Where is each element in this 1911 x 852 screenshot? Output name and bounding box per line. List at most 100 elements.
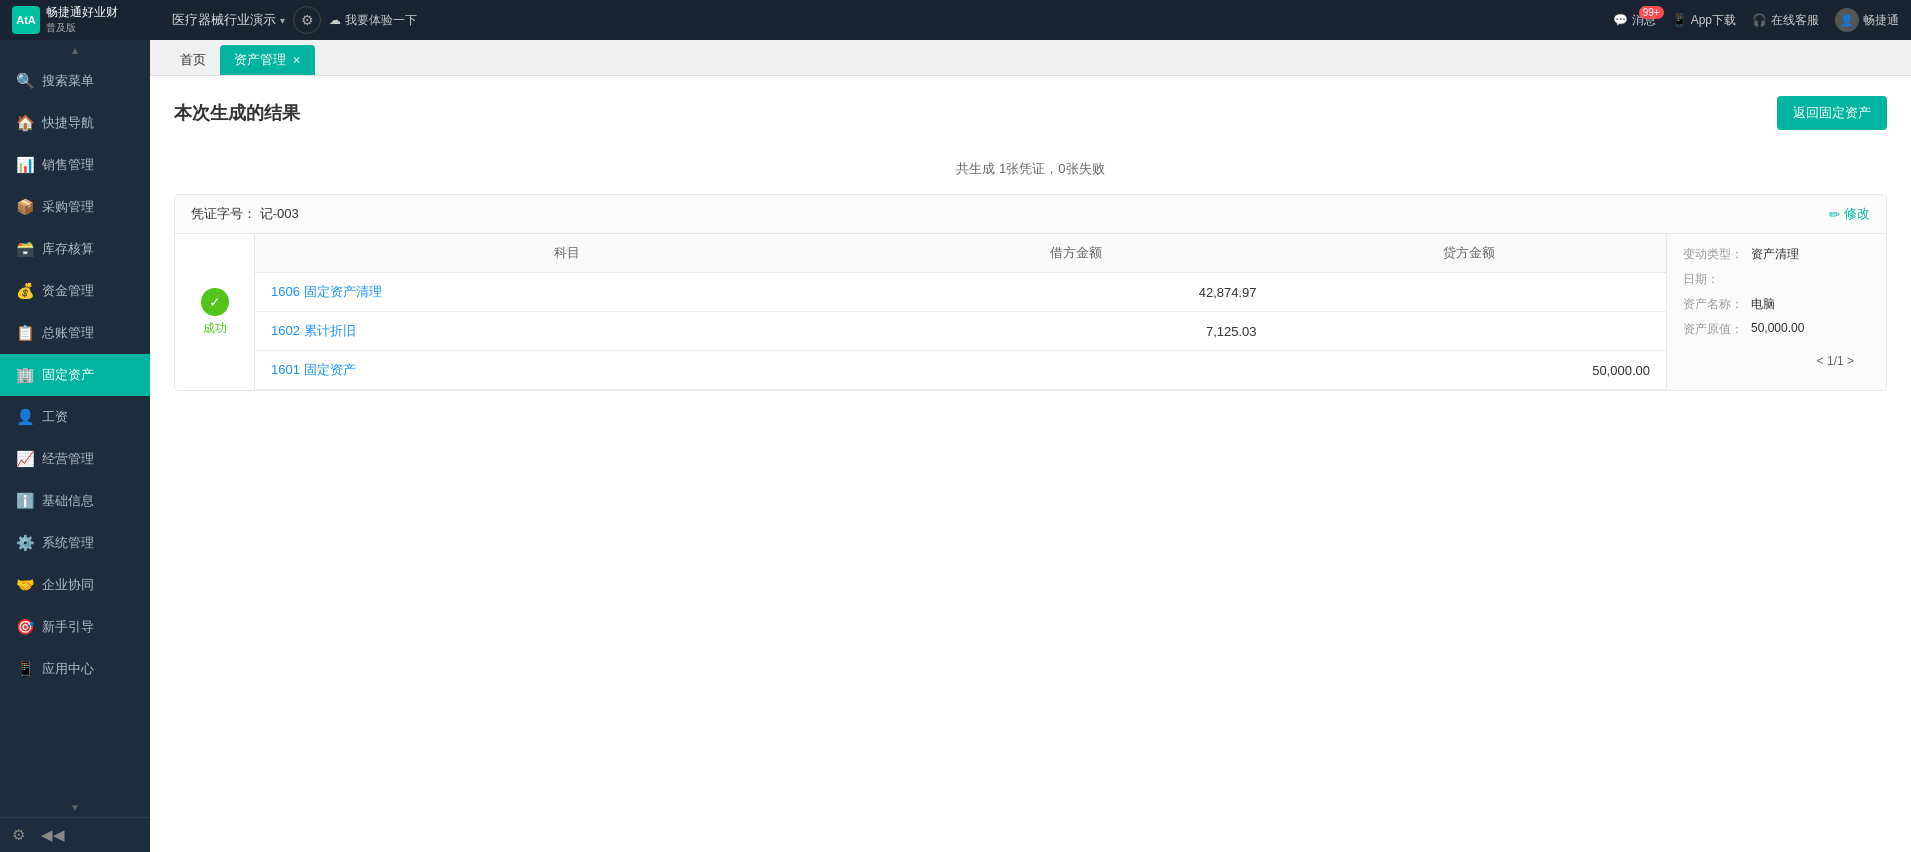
asset-name-value: 电脑 (1751, 296, 1775, 313)
success-label: 成功 (203, 320, 227, 337)
online-service-action[interactable]: 🎧 在线客服 (1752, 12, 1819, 29)
change-type-row: 变动类型： 资产清理 (1683, 246, 1870, 263)
sidebar-item-search[interactable]: 🔍 搜索菜单 (0, 60, 150, 102)
voucher-main-row: ✓ 成功 科目 借方金额 贷方金额 (175, 234, 1666, 390)
app-download-action[interactable]: 📱 App下载 (1672, 12, 1736, 29)
sidebar-item-label: 应用中心 (42, 660, 94, 678)
debit-cell: 42,874.97 (879, 273, 1272, 312)
main-layout: ▲ 🔍 搜索菜单 🏠 快捷导航 📊 销售管理 📦 采购管理 🗃️ 库存核算 (0, 40, 1911, 852)
sidebar-item-basic-info[interactable]: ℹ️ 基础信息 (0, 480, 150, 522)
table-wrapper: 科目 借方金额 贷方金额 1606 固定资产清理 42,874.97 (255, 234, 1666, 390)
sidebar-item-app-center[interactable]: 📱 应用中心 (0, 648, 150, 690)
finance-icon: 💰 (16, 282, 34, 300)
gear-button[interactable]: ⚙ (293, 6, 321, 34)
sidebar-scroll-up[interactable]: ▲ (0, 40, 150, 60)
logo-title: 畅捷通好业财 (46, 5, 118, 21)
page-content: 本次生成的结果 返回固定资产 共生成 1张凭证，0张失败 凭证字号： 记-003… (150, 76, 1911, 852)
sidebar-item-label: 经营管理 (42, 450, 94, 468)
edit-icon: ✏ (1829, 207, 1840, 222)
app-center-icon: 📱 (16, 660, 34, 678)
sidebar-scroll-down[interactable]: ▼ (0, 797, 150, 817)
settings-footer-button[interactable]: ⚙ (12, 826, 25, 844)
subject-cell: 1601 固定资产 (255, 351, 879, 390)
logo-icon: AtA (12, 6, 40, 34)
experience-button[interactable]: ☁ 我要体验一下 (329, 12, 417, 29)
sidebar-item-label: 固定资产 (42, 366, 94, 384)
col-header-credit: 贷方金额 (1273, 234, 1666, 273)
content-area: 首页 资产管理 ✕ 本次生成的结果 返回固定资产 共生成 1张凭证，0张失败 (150, 40, 1911, 852)
inventory-icon: 🗃️ (16, 240, 34, 258)
tab-close-icon[interactable]: ✕ (292, 54, 301, 67)
purchase-icon: 📦 (16, 198, 34, 216)
sidebar-item-finance[interactable]: 💰 资金管理 (0, 270, 150, 312)
tab-bar: 首页 资产管理 ✕ (150, 40, 1911, 76)
sidebar-scroll: 🔍 搜索菜单 🏠 快捷导航 📊 销售管理 📦 采购管理 🗃️ 库存核算 💰 (0, 60, 150, 797)
sidebar-item-quick-nav[interactable]: 🏠 快捷导航 (0, 102, 150, 144)
subject-cell: 1606 固定资产清理 (255, 273, 879, 312)
sidebar-item-operations[interactable]: 📈 经营管理 (0, 438, 150, 480)
col-header-debit: 借方金额 (879, 234, 1272, 273)
sidebar-item-label: 快捷导航 (42, 114, 94, 132)
table-row: 1606 固定资产清理 42,874.97 (255, 273, 1666, 312)
original-value-value: 50,000.00 (1751, 321, 1804, 338)
message-badge: 99+ (1639, 6, 1664, 19)
sidebar-item-guide[interactable]: 🎯 新手引导 (0, 606, 150, 648)
side-info-panel: 变动类型： 资产清理 日期： 资产名称： 电脑 资产原值： (1666, 234, 1886, 390)
tab-asset-mgmt-label: 资产管理 (234, 51, 286, 69)
search-icon: 🔍 (16, 72, 34, 90)
sidebar-item-purchase[interactable]: 📦 采购管理 (0, 186, 150, 228)
logo-area: AtA 畅捷通好业财 普及版 (12, 5, 162, 35)
col-header-subject: 科目 (255, 234, 879, 273)
sidebar-item-system[interactable]: ⚙️ 系统管理 (0, 522, 150, 564)
tab-home[interactable]: 首页 (166, 45, 220, 75)
top-header: AtA 畅捷通好业财 普及版 医疗器械行业演示 ▾ ⚙ ☁ 我要体验一下 💬 消… (0, 0, 1911, 40)
fixed-assets-icon: 🏢 (16, 366, 34, 384)
message-icon: 💬 (1613, 13, 1628, 27)
operations-icon: 📈 (16, 450, 34, 468)
edit-button[interactable]: ✏ 修改 (1829, 205, 1870, 223)
header-middle: 医疗器械行业演示 ▾ ⚙ ☁ 我要体验一下 (162, 6, 1613, 34)
edit-label: 修改 (1844, 205, 1870, 223)
sidebar-item-ledger[interactable]: 📋 总账管理 (0, 312, 150, 354)
sidebar-item-label: 工资 (42, 408, 68, 426)
collapse-sidebar-button[interactable]: ◀◀ (41, 826, 65, 844)
chevron-down-icon: ▾ (280, 15, 285, 26)
table-row: 1602 累计折旧 7,125.03 (255, 312, 1666, 351)
payroll-icon: 👤 (16, 408, 34, 426)
date-row: 日期： (1683, 271, 1870, 288)
user-action[interactable]: 👤 畅捷通 (1835, 8, 1899, 32)
return-button[interactable]: 返回固定资产 (1777, 96, 1887, 130)
sidebar-item-label: 库存核算 (42, 240, 94, 258)
date-label: 日期： (1683, 271, 1719, 288)
voucher-number-label: 凭证字号： (191, 206, 256, 221)
subject-cell: 1602 累计折旧 (255, 312, 879, 351)
sidebar: ▲ 🔍 搜索菜单 🏠 快捷导航 📊 销售管理 📦 采购管理 🗃️ 库存核算 (0, 40, 150, 852)
header-right: 💬 消息 99+ 📱 App下载 🎧 在线客服 👤 畅捷通 (1613, 8, 1899, 32)
sidebar-item-fixed-assets[interactable]: 🏢 固定资产 (0, 354, 150, 396)
credit-cell: 50,000.00 (1273, 351, 1666, 390)
sidebar-item-label: 搜索菜单 (42, 72, 94, 90)
sidebar-item-label: 系统管理 (42, 534, 94, 552)
change-type-label: 变动类型： (1683, 246, 1743, 263)
sidebar-item-enterprise[interactable]: 🤝 企业协同 (0, 564, 150, 606)
logo-subtitle: 普及版 (46, 21, 118, 35)
sidebar-item-sales[interactable]: 📊 销售管理 (0, 144, 150, 186)
voucher-number: 凭证字号： 记-003 (191, 205, 299, 223)
voucher-number-value: 记-003 (260, 206, 299, 221)
ledger-icon: 📋 (16, 324, 34, 342)
system-icon: ⚙️ (16, 534, 34, 552)
page-title: 本次生成的结果 (174, 101, 300, 125)
sidebar-item-label: 销售管理 (42, 156, 94, 174)
home-icon: 🏠 (16, 114, 34, 132)
message-action[interactable]: 💬 消息 99+ (1613, 12, 1656, 29)
sidebar-item-label: 资金管理 (42, 282, 94, 300)
page-title-row: 本次生成的结果 返回固定资产 (174, 96, 1887, 130)
sidebar-item-inventory[interactable]: 🗃️ 库存核算 (0, 228, 150, 270)
company-selector[interactable]: 医疗器械行业演示 ▾ (172, 11, 285, 29)
pagination[interactable]: < 1/1 > (1683, 346, 1870, 376)
credit-cell (1273, 273, 1666, 312)
asset-name-row: 资产名称： 电脑 (1683, 296, 1870, 313)
online-service-label: 在线客服 (1771, 12, 1819, 29)
sidebar-item-payroll[interactable]: 👤 工资 (0, 396, 150, 438)
tab-asset-mgmt[interactable]: 资产管理 ✕ (220, 45, 315, 75)
